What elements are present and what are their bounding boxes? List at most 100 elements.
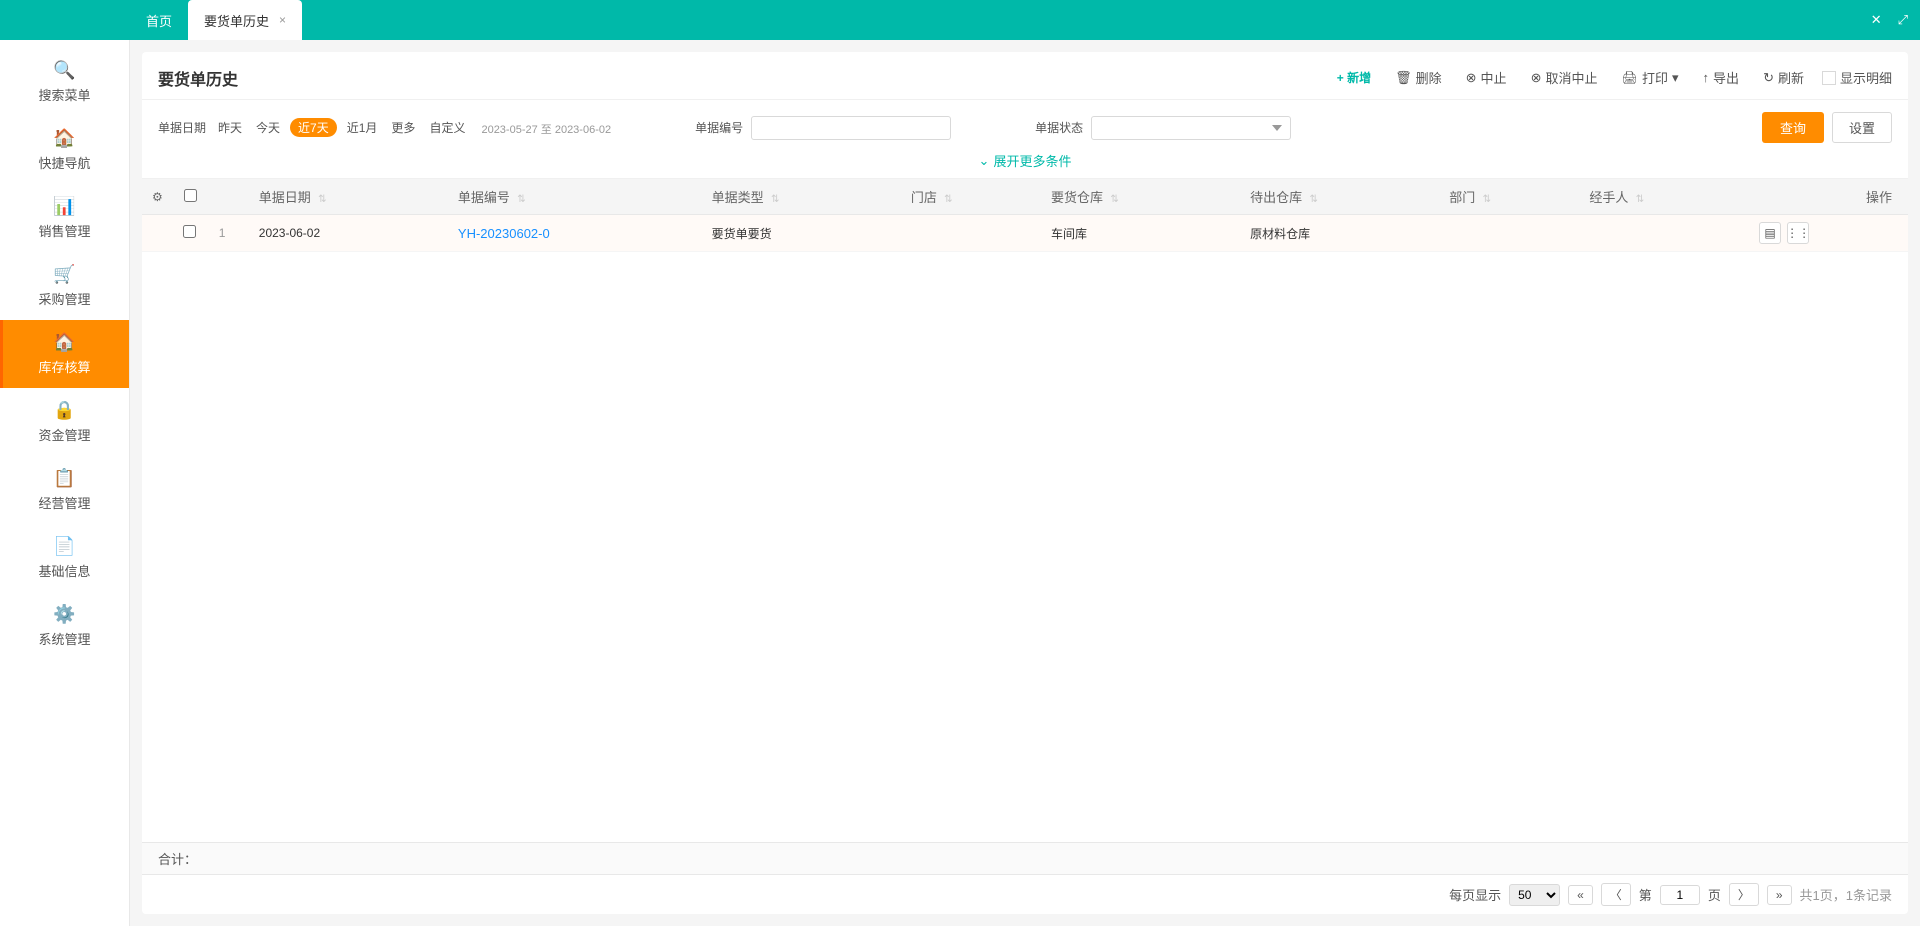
sidebar-label-basic: 基础信息 xyxy=(38,561,90,580)
date-range-text: 2023-05-27 至 2023-06-02 xyxy=(481,121,611,137)
settings-button[interactable]: 设置 xyxy=(1832,112,1892,143)
select-all-checkbox[interactable] xyxy=(184,189,197,202)
cell-operations: ▤ ⋮⋮ xyxy=(1749,215,1908,252)
sidebar-label-finance: 资金管理 xyxy=(38,425,90,444)
sidebar-item-inventory[interactable]: 🏠 库存核算 xyxy=(0,320,129,388)
stop-button[interactable]: ⊗ 中止 xyxy=(1460,64,1513,91)
bill-number-filter: 单据编号 xyxy=(695,116,951,140)
bill-code-link[interactable]: YH-20230602-0 xyxy=(458,226,550,241)
tab-home[interactable]: 首页 xyxy=(130,0,188,40)
col-date[interactable]: 单据日期 ⇅ xyxy=(249,179,448,215)
cell-date: 2023-06-02 xyxy=(249,215,448,252)
col-checkbox xyxy=(173,179,209,215)
header-actions: + 新增 🗑 删除 ⊗ 中止 ⊗ 取消中止 🖨 打 xyxy=(1331,64,1892,91)
table-footer: 合计： xyxy=(142,842,1908,874)
maximize-window-icon[interactable]: ⤢ xyxy=(1898,12,1908,28)
sidebar-item-purchase[interactable]: 🛒 采购管理 xyxy=(0,252,129,320)
window-controls: ✕ ⤢ xyxy=(1871,12,1908,28)
next-page-button[interactable]: 〉 xyxy=(1729,883,1759,906)
tab-close-icon[interactable]: × xyxy=(279,13,286,27)
filter-row-1: 单据日期 昨天 今天 近7天 近1月 更多 自定义 2023-05-27 至 2… xyxy=(158,112,1892,143)
export-button[interactable]: ↑ 导出 xyxy=(1697,64,1746,91)
row-view-button[interactable]: ▤ xyxy=(1759,222,1781,244)
table-row: 1 2023-06-02 YH-20230602-0 要货单要货 车间库 原材料… xyxy=(142,215,1908,252)
shortcut-1month[interactable]: 近1月 xyxy=(343,118,382,137)
total-info: 共1页，1条记录 xyxy=(1800,885,1892,904)
page-size-select[interactable]: 2050100 xyxy=(1509,884,1560,906)
display-detail-label: 显示明细 xyxy=(1840,68,1892,87)
page-card: 要货单历史 + 新增 🗑 删除 ⊗ 中止 ⊗ 取消中止 xyxy=(142,52,1908,914)
filter-area: 单据日期 昨天 今天 近7天 近1月 更多 自定义 2023-05-27 至 2… xyxy=(142,100,1908,179)
sidebar-item-search[interactable]: 🔍 搜索菜单 xyxy=(0,48,129,116)
page-number-input[interactable] xyxy=(1660,885,1700,905)
row-more-button[interactable]: ⋮⋮ xyxy=(1787,222,1809,244)
export-label: 导出 xyxy=(1713,68,1739,87)
operations-icon: 📋 xyxy=(53,468,75,489)
tab-home-label: 首页 xyxy=(146,11,172,30)
status-select[interactable] xyxy=(1091,116,1291,140)
doc-icon: 📄 xyxy=(53,536,75,557)
shortcut-today[interactable]: 今天 xyxy=(252,118,284,137)
sort-code-icon: ⇅ xyxy=(517,194,525,205)
delete-button[interactable]: 🗑 删除 xyxy=(1389,64,1448,91)
main-layout: 🔍 搜索菜单 🏠 快捷导航 📊 销售管理 🛒 采购管理 🏠 库存核算 🔒 资金管… xyxy=(0,40,1920,926)
cell-num: 1 xyxy=(209,215,249,252)
status-filter: 单据状态 xyxy=(1035,116,1291,140)
sort-department-icon: ⇅ xyxy=(1483,194,1491,205)
shortcut-7days[interactable]: 近7天 xyxy=(290,118,337,137)
bill-number-input[interactable] xyxy=(751,116,951,140)
sort-type-icon: ⇅ xyxy=(771,194,779,205)
col-department[interactable]: 部门 ⇅ xyxy=(1439,179,1579,215)
col-settings[interactable]: ⚙ xyxy=(142,179,173,215)
table-header-row: ⚙ 单据日期 ⇅ 单据编号 ⇅ xyxy=(142,179,1908,215)
close-window-icon[interactable]: ✕ xyxy=(1871,12,1882,28)
sidebar-label-inventory: 库存核算 xyxy=(38,357,90,376)
col-type[interactable]: 单据类型 ⇅ xyxy=(702,179,901,215)
query-button[interactable]: 查询 xyxy=(1762,112,1824,143)
sort-req-warehouse-icon: ⇅ xyxy=(1110,194,1118,205)
tab-history[interactable]: 要货单历史 × xyxy=(188,0,302,40)
expand-more[interactable]: ⌄ 展开更多条件 xyxy=(158,151,1892,170)
cancel-stop-label: 取消中止 xyxy=(1545,68,1597,87)
page-header: 要货单历史 + 新增 🗑 删除 ⊗ 中止 ⊗ 取消中止 xyxy=(142,52,1908,100)
print-label: 打印 xyxy=(1642,68,1668,87)
home-icon: 🏠 xyxy=(53,128,75,149)
refresh-button[interactable]: ↻ 刷新 xyxy=(1757,64,1810,91)
cell-code: YH-20230602-0 xyxy=(448,215,702,252)
refresh-icon: ↻ xyxy=(1763,70,1774,86)
sidebar-item-sales[interactable]: 📊 销售管理 xyxy=(0,184,129,252)
cell-settings xyxy=(142,215,173,252)
chart-icon: 📊 xyxy=(53,196,75,217)
col-handler[interactable]: 经手人 ⇅ xyxy=(1579,179,1749,215)
sidebar-item-finance[interactable]: 🔒 资金管理 xyxy=(0,388,129,456)
sidebar-label-operations: 经营管理 xyxy=(38,493,90,512)
sidebar-item-quicknav[interactable]: 🏠 快捷导航 xyxy=(0,116,129,184)
new-button[interactable]: + 新增 xyxy=(1331,65,1377,90)
first-page-button[interactable]: « xyxy=(1568,885,1593,905)
inventory-icon: 🏠 xyxy=(53,332,75,353)
delete-icon: 🗑 xyxy=(1395,70,1412,86)
row-checkbox[interactable] xyxy=(183,225,196,238)
sidebar-item-basic[interactable]: 📄 基础信息 xyxy=(0,524,129,592)
col-store[interactable]: 门店 ⇅ xyxy=(901,179,1041,215)
col-code[interactable]: 单据编号 ⇅ xyxy=(448,179,702,215)
display-detail-toggle[interactable]: 显示明细 xyxy=(1822,68,1892,87)
export-icon: ↑ xyxy=(1703,70,1710,85)
cell-req-warehouse: 车间库 xyxy=(1041,215,1240,252)
cell-pending-warehouse: 原材料仓库 xyxy=(1240,215,1439,252)
status-label: 单据状态 xyxy=(1035,119,1083,136)
sidebar-item-operations[interactable]: 📋 经营管理 xyxy=(0,456,129,524)
prev-page-button[interactable]: 〈 xyxy=(1601,883,1631,906)
col-pending-warehouse[interactable]: 待出仓库 ⇅ xyxy=(1240,179,1439,215)
shortcut-more[interactable]: 更多 xyxy=(387,118,419,137)
cancel-stop-button[interactable]: ⊗ 取消中止 xyxy=(1525,64,1604,91)
shortcut-yesterday[interactable]: 昨天 xyxy=(214,118,246,137)
top-bar: 首页 要货单历史 × ✕ ⤢ xyxy=(0,0,1920,40)
print-button[interactable]: 🖨 打印 ▾ xyxy=(1615,64,1684,91)
display-detail-checkbox[interactable] xyxy=(1822,71,1836,85)
last-page-button[interactable]: » xyxy=(1767,885,1792,905)
sidebar-item-system[interactable]: ⚙️ 系统管理 xyxy=(0,592,129,660)
col-req-warehouse[interactable]: 要货仓库 ⇅ xyxy=(1041,179,1240,215)
shortcut-custom[interactable]: 自定义 xyxy=(425,118,469,137)
refresh-label: 刷新 xyxy=(1778,68,1804,87)
